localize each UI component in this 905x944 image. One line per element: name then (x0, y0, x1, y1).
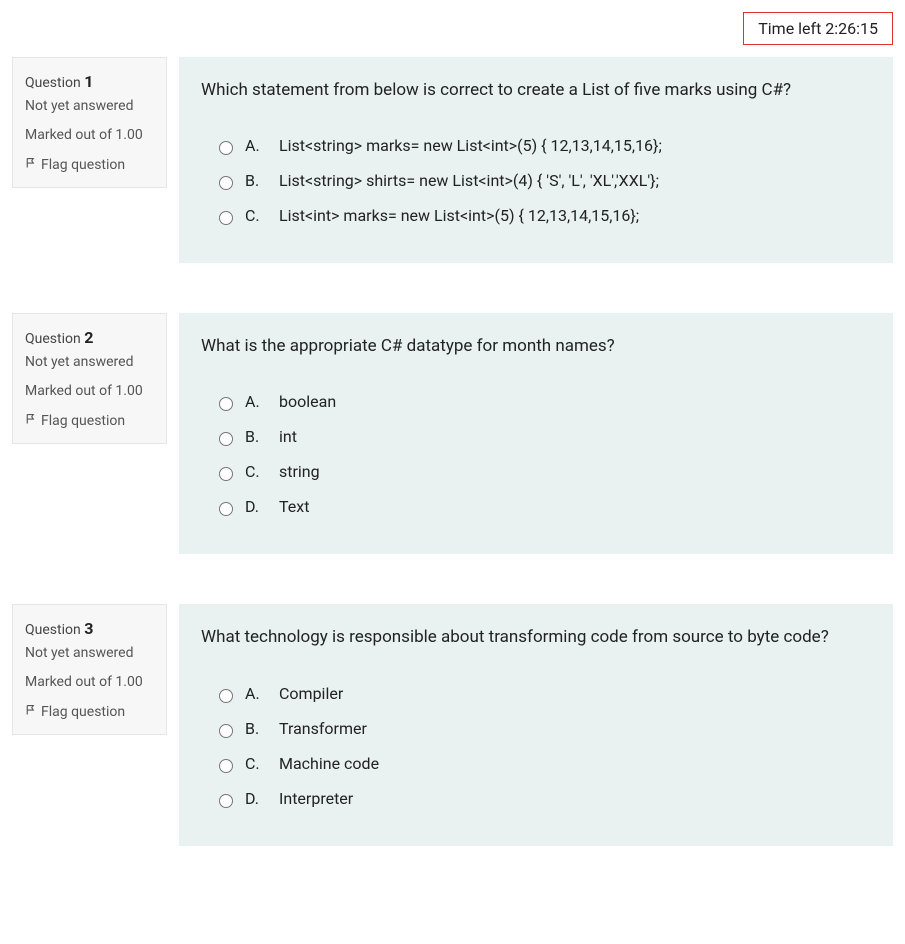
option-row[interactable]: A. Compiler (219, 676, 871, 711)
option-row[interactable]: B. int (219, 419, 871, 454)
question-status: Not yet answered (25, 97, 154, 116)
option-row[interactable]: C. List<int> marks= new List<int>(5) { 1… (219, 198, 871, 233)
option-text: Compiler (279, 684, 871, 703)
option-row[interactable]: D. Text (219, 489, 871, 524)
question-marked: Marked out of 1.00 (25, 382, 154, 401)
option-text: Machine code (279, 754, 871, 773)
question-number: 3 (84, 619, 93, 638)
question-prefix: Question (25, 331, 81, 347)
option-row[interactable]: D. Interpreter (219, 781, 871, 816)
question-content: What technology is responsible about tra… (179, 604, 893, 845)
question-prefix: Question (25, 75, 81, 91)
option-row[interactable]: C. string (219, 454, 871, 489)
flag-text: Flag question (41, 704, 125, 720)
option-letter: D. (245, 497, 267, 516)
option-radio[interactable] (219, 759, 233, 773)
options-list: A. Compiler B. Transformer C. Machine co… (201, 676, 871, 816)
timer-label: Time left (758, 19, 821, 38)
options-list: A. boolean B. int C. string D. Text (201, 384, 871, 524)
question-text: Which statement from below is correct to… (201, 77, 871, 104)
option-letter: C. (245, 754, 267, 773)
option-letter: A. (245, 684, 267, 703)
option-letter: B. (245, 427, 267, 446)
option-text: Transformer (279, 719, 871, 738)
option-letter: B. (245, 171, 267, 190)
option-letter: D. (245, 789, 267, 808)
question-sidebar: Question 2 Not yet answered Marked out o… (12, 313, 167, 444)
option-text: List<string> shirts= new List<int>(4) { … (279, 171, 871, 190)
option-text: string (279, 462, 871, 481)
option-text: boolean (279, 392, 871, 411)
flag-icon (25, 413, 37, 429)
quiz-timer: Time left 2:26:15 (743, 12, 893, 45)
option-letter: C. (245, 206, 267, 225)
question-sidebar: Question 3 Not yet answered Marked out o… (12, 604, 167, 735)
question-block: Question 3 Not yet answered Marked out o… (12, 604, 893, 845)
option-radio[interactable] (219, 432, 233, 446)
question-block: Question 2 Not yet answered Marked out o… (12, 313, 893, 554)
flag-question-link[interactable]: Flag question (25, 157, 125, 173)
option-radio[interactable] (219, 176, 233, 190)
option-radio[interactable] (219, 211, 233, 225)
option-row[interactable]: A. boolean (219, 384, 871, 419)
timer-value: 2:26:15 (825, 19, 878, 38)
option-letter: C. (245, 462, 267, 481)
option-radio[interactable] (219, 794, 233, 808)
question-content: What is the appropriate C# datatype for … (179, 313, 893, 554)
question-text: What is the appropriate C# datatype for … (201, 333, 871, 360)
question-number: 2 (84, 328, 93, 347)
flag-text: Flag question (41, 157, 125, 173)
option-radio[interactable] (219, 724, 233, 738)
option-row[interactable]: A. List<string> marks= new List<int>(5) … (219, 128, 871, 163)
option-letter: A. (245, 392, 267, 411)
question-block: Question 1 Not yet answered Marked out o… (12, 57, 893, 263)
option-text: List<int> marks= new List<int>(5) { 12,1… (279, 206, 871, 225)
option-radio[interactable] (219, 467, 233, 481)
question-prefix: Question (25, 622, 81, 638)
options-list: A. List<string> marks= new List<int>(5) … (201, 128, 871, 233)
question-status: Not yet answered (25, 353, 154, 372)
option-row[interactable]: B. Transformer (219, 711, 871, 746)
option-letter: B. (245, 719, 267, 738)
question-status: Not yet answered (25, 644, 154, 663)
flag-icon (25, 157, 37, 173)
flag-text: Flag question (41, 413, 125, 429)
option-letter: A. (245, 136, 267, 155)
option-radio[interactable] (219, 141, 233, 155)
question-text: What technology is responsible about tra… (201, 624, 871, 651)
option-radio[interactable] (219, 397, 233, 411)
option-row[interactable]: B. List<string> shirts= new List<int>(4)… (219, 163, 871, 198)
question-sidebar: Question 1 Not yet answered Marked out o… (12, 57, 167, 188)
option-radio[interactable] (219, 689, 233, 703)
question-content: Which statement from below is correct to… (179, 57, 893, 263)
question-number: 1 (84, 72, 93, 91)
option-text: List<string> marks= new List<int>(5) { 1… (279, 136, 871, 155)
option-text: Text (279, 497, 871, 516)
question-marked: Marked out of 1.00 (25, 126, 154, 145)
flag-question-link[interactable]: Flag question (25, 704, 125, 720)
question-marked: Marked out of 1.00 (25, 673, 154, 692)
option-text: Interpreter (279, 789, 871, 808)
option-radio[interactable] (219, 502, 233, 516)
flag-question-link[interactable]: Flag question (25, 413, 125, 429)
option-text: int (279, 427, 871, 446)
flag-icon (25, 704, 37, 720)
option-row[interactable]: C. Machine code (219, 746, 871, 781)
